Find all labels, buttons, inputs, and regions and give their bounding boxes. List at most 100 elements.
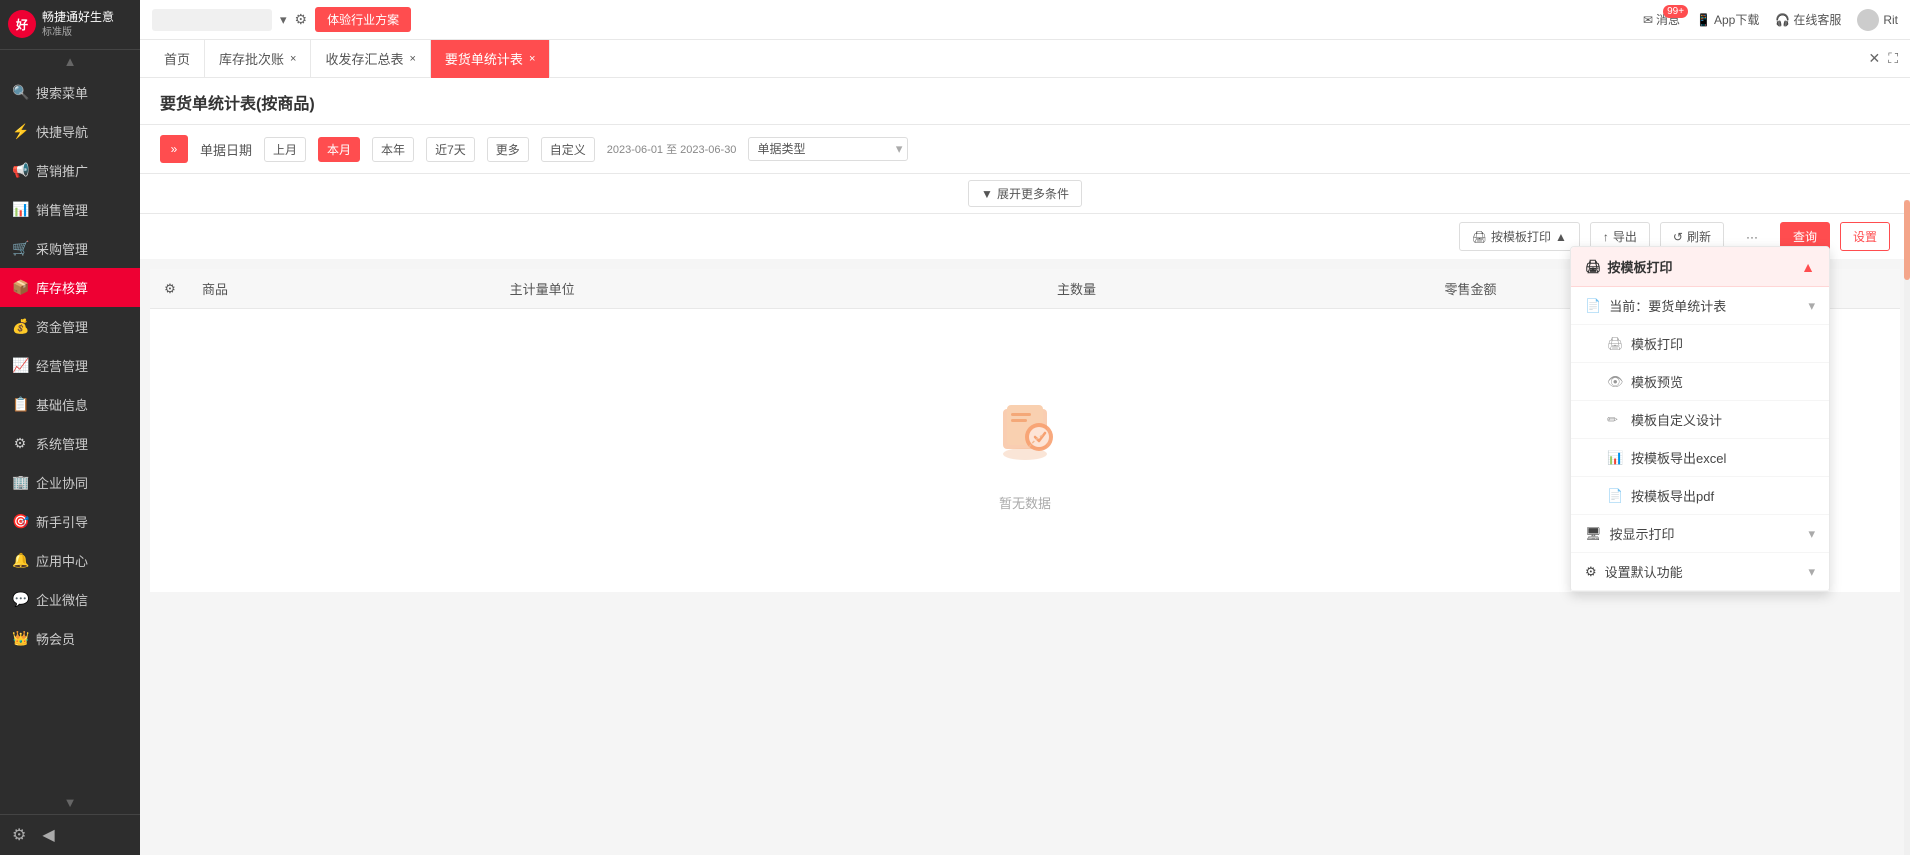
filter-expand-btn[interactable]: »: [160, 135, 188, 163]
dropdown-template-export-pdf[interactable]: 📄 按模板导出pdf: [1571, 477, 1829, 515]
dropdown-template-custom[interactable]: ✏ 模板自定义设计: [1571, 401, 1829, 439]
app-edition: 标准版: [42, 26, 114, 39]
sidebar-item-label: 企业协同: [36, 473, 88, 492]
template-print-label: 模板打印: [1631, 334, 1683, 353]
table-col-unit: 主计量单位: [498, 269, 1045, 309]
online-service-label: 在线客服: [1793, 11, 1841, 28]
tab-home-label: 首页: [164, 49, 190, 68]
date-more-btn[interactable]: 更多: [487, 137, 529, 162]
topbar-search-input[interactable]: [152, 9, 272, 31]
experience-btn[interactable]: 体验行业方案: [315, 7, 411, 32]
topbar-dropdown-btn[interactable]: ▾: [280, 12, 287, 28]
dropdown-set-default[interactable]: ⚙ 设置默认功能 ▾: [1571, 553, 1829, 591]
sidebar-item-inventory[interactable]: 📦 库存核算: [0, 268, 140, 307]
order-type-select[interactable]: 单据类型: [748, 137, 908, 161]
dropdown-template-export-excel[interactable]: 📊 按模板导出excel: [1571, 439, 1829, 477]
table-col-settings[interactable]: ⚙: [150, 269, 190, 309]
sidebar-item-appstore[interactable]: 🔔 应用中心: [0, 541, 140, 580]
expand-more-btn[interactable]: ▼ 展开更多条件: [968, 180, 1082, 207]
date-last-7-days-btn[interactable]: 近7天: [426, 137, 475, 162]
dropdown-collapse-btn[interactable]: ▲: [1801, 259, 1815, 275]
set-default-left: ⚙ 设置默认功能: [1585, 562, 1683, 581]
export-btn-label: 导出: [1613, 228, 1637, 245]
sidebar-item-enterprise[interactable]: 🏢 企业协同: [0, 463, 140, 502]
refresh-icon: ↺: [1673, 230, 1683, 244]
sidebar-item-basic[interactable]: 📋 基础信息: [0, 385, 140, 424]
tab-close-all-btn[interactable]: ✕: [1868, 50, 1880, 67]
member-icon: 👑: [12, 630, 28, 647]
table-col-quantity: 主数量: [1045, 269, 1433, 309]
template-preview-icon: 👁: [1607, 374, 1623, 390]
sidebar-scroll-up[interactable]: ▲: [0, 50, 140, 73]
app-logo-icon: 好: [8, 10, 36, 38]
date-current-month-btn[interactable]: 本月: [318, 137, 360, 162]
template-preview-label: 模板预览: [1631, 372, 1683, 391]
sidebar-item-search[interactable]: 🔍 搜索菜单: [0, 73, 140, 112]
tab-order-stats-close[interactable]: ×: [529, 53, 535, 65]
scrollbar-thumb[interactable]: [1904, 200, 1910, 280]
collapse-sidebar-btn[interactable]: ◀: [42, 825, 54, 845]
sidebar-item-label: 营销推广: [36, 161, 88, 180]
settings-footer-btn[interactable]: ⚙: [12, 825, 26, 845]
dropdown-template-preview[interactable]: 👁 模板预览: [1571, 363, 1829, 401]
settings-btn[interactable]: 设置: [1840, 222, 1890, 251]
sidebar-footer: ⚙ ◀: [0, 814, 140, 855]
wechat-icon: 💬: [12, 591, 28, 608]
user-avatar: [1857, 9, 1879, 31]
sidebar: 好 畅捷通好生意 标准版 ▲ 🔍 搜索菜单 ⚡ 快捷导航 📢 营销推广 📊 销售…: [0, 0, 140, 855]
sidebar-item-marketing[interactable]: 📢 营销推广: [0, 151, 140, 190]
date-current-year-btn[interactable]: 本年: [372, 137, 414, 162]
sidebar-item-purchase[interactable]: 🛒 采购管理: [0, 229, 140, 268]
print-btn[interactable]: 🖨 按模板打印 ▲: [1459, 222, 1580, 251]
download-icon: 📱: [1696, 13, 1711, 27]
sidebar-item-newbie[interactable]: 🎯 新手引导: [0, 502, 140, 541]
page-header: 要货单统计表(按商品): [140, 78, 1910, 125]
sidebar-item-label: 快捷导航: [36, 122, 88, 141]
sidebar-item-operation[interactable]: 📈 经营管理: [0, 346, 140, 385]
dropdown-current-item[interactable]: 📄 当前：要货单统计表 ▾: [1571, 287, 1829, 325]
tab-inventory-batch[interactable]: 库存批次账 ×: [205, 40, 311, 78]
tab-expand-btn[interactable]: ⛶: [1888, 50, 1898, 67]
tab-inventory-batch-close[interactable]: ×: [290, 53, 296, 65]
app-download-btn[interactable]: 📱 App下载: [1696, 11, 1759, 28]
topbar-gear-btn[interactable]: ⚙: [295, 11, 308, 28]
sidebar-item-finance[interactable]: 💰 资金管理: [0, 307, 140, 346]
tabbar-actions: ✕ ⛶: [1868, 50, 1910, 67]
sidebar-item-wechat[interactable]: 💬 企业微信: [0, 580, 140, 619]
enterprise-icon: 🏢: [12, 474, 28, 491]
more-actions-btn[interactable]: ···: [1734, 225, 1770, 249]
tab-collection-summary[interactable]: 收发存汇总表 ×: [311, 40, 430, 78]
user-menu-btn[interactable]: Rit: [1857, 9, 1898, 31]
sidebar-item-shortcut[interactable]: ⚡ 快捷导航: [0, 112, 140, 151]
display-print-left: 🖥 按显示打印: [1585, 524, 1675, 543]
marketing-icon: 📢: [12, 162, 28, 179]
tab-home[interactable]: 首页: [150, 40, 205, 78]
online-service-btn[interactable]: 🎧 在线客服: [1775, 11, 1841, 28]
dropdown-display-print[interactable]: 🖥 按显示打印 ▾: [1571, 515, 1829, 553]
sidebar-item-system[interactable]: ⚙ 系统管理: [0, 424, 140, 463]
expand-icon: »: [171, 142, 178, 156]
sidebar-nav: 🔍 搜索菜单 ⚡ 快捷导航 📢 营销推广 📊 销售管理 🛒 采购管理 📦 库存核…: [0, 73, 140, 791]
date-prev-month-btn[interactable]: 上月: [264, 137, 306, 162]
current-template-arrow: ▾: [1808, 298, 1815, 314]
tab-collection-summary-close[interactable]: ×: [409, 53, 415, 65]
sales-icon: 📊: [12, 201, 28, 218]
right-scrollbar[interactable]: [1904, 200, 1910, 855]
tab-order-stats[interactable]: 要货单统计表 ×: [431, 40, 550, 78]
sidebar-item-label: 销售管理: [36, 200, 88, 219]
sidebar-item-member[interactable]: 👑 畅会员: [0, 619, 140, 658]
sidebar-scroll-down[interactable]: ▼: [0, 791, 140, 814]
sidebar-item-sales[interactable]: 📊 销售管理: [0, 190, 140, 229]
date-custom-btn[interactable]: 自定义: [541, 137, 595, 162]
tab-inventory-batch-label: 库存批次账: [219, 49, 284, 68]
sidebar-item-label: 资金管理: [36, 317, 88, 336]
operation-icon: 📈: [12, 357, 28, 374]
template-custom-label: 模板自定义设计: [1631, 410, 1722, 429]
messages-btn[interactable]: ✉ 消息 99+: [1643, 11, 1680, 28]
dropdown-print-icon: 🖨: [1585, 259, 1602, 275]
shortcut-icon: ⚡: [12, 123, 28, 140]
system-icon: ⚙: [12, 435, 28, 452]
dropdown-template-print[interactable]: 🖨 模板打印: [1571, 325, 1829, 363]
filter-bar: » 单据日期 上月 本月 本年 近7天 更多 自定义 2023-06-01 至 …: [140, 125, 1910, 174]
user-name: Rit: [1883, 13, 1898, 27]
